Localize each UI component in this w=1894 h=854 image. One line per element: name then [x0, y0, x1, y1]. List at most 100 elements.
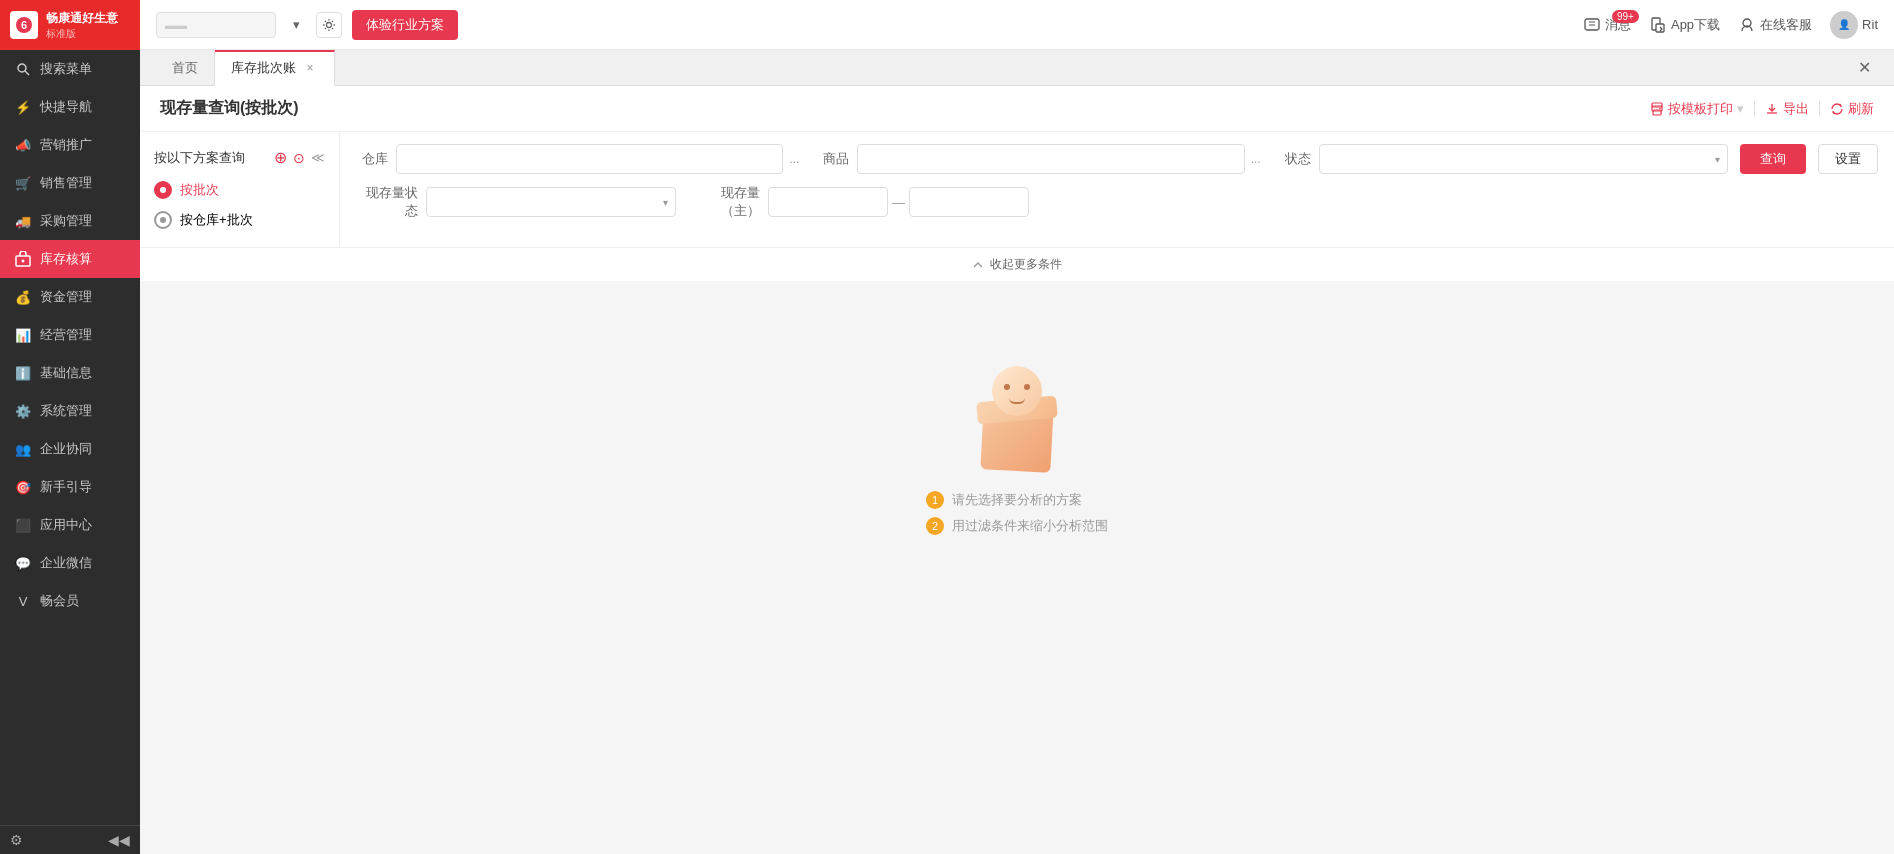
product-more-btn[interactable]: ...	[1245, 152, 1267, 166]
user-name: Rit	[1862, 17, 1878, 32]
online-service-label: 在线客服	[1760, 16, 1812, 34]
app-download-button[interactable]: App下载	[1649, 16, 1720, 34]
chart-icon: 📊	[14, 326, 32, 344]
nav-label-purchase: 采购管理	[40, 212, 92, 230]
guide-icon: 🎯	[14, 478, 32, 496]
tab-home[interactable]: 首页	[156, 50, 215, 86]
dropdown-button[interactable]: ▾	[286, 15, 306, 35]
sidebar-item-marketing[interactable]: 📣 营销推广	[0, 126, 140, 164]
user-profile[interactable]: 👤 Rit	[1830, 11, 1878, 39]
message-badge: 99+	[1612, 10, 1639, 23]
plan-warehouse-label: 按仓库+批次	[180, 211, 253, 229]
sidebar-item-sales[interactable]: 🛒 销售管理	[0, 164, 140, 202]
content: 首页 库存批次账 × ✕ 现存量查询(按批次) 按模板打印 ▾	[140, 50, 1894, 854]
collapse-more-bar[interactable]: 收起更多条件	[140, 247, 1894, 281]
status-label: 状态	[1279, 150, 1319, 168]
page-content: 现存量查询(按批次) 按模板打印 ▾ 导出 刷新	[140, 86, 1894, 854]
refresh-label: 刷新	[1848, 100, 1874, 118]
separator2	[1819, 101, 1820, 117]
empty-tips: 1 请先选择要分析的方案 2 用过滤条件来缩小分析范围	[926, 491, 1108, 535]
stock-status-select-wrapper: ▾	[426, 187, 676, 217]
filter-row-2: 现存量状态 ▾ 现存量（主）	[356, 184, 1878, 220]
product-input[interactable]	[857, 144, 1244, 174]
box-icon	[14, 250, 32, 268]
try-industry-button[interactable]: 体验行业方案	[352, 10, 458, 40]
query-button[interactable]: 查询	[1740, 144, 1806, 174]
sidebar: 6 畅康通好生意 标准版 搜索菜单 ⚡ 快捷导航 📣 营销推广 🛒 销售管理 🚚	[0, 0, 140, 854]
stock-status-filter: 现存量状态 ▾	[356, 184, 676, 220]
sidebar-item-apps[interactable]: ⬛ 应用中心	[0, 506, 140, 544]
warehouse-more-btn[interactable]: ...	[783, 152, 805, 166]
refresh-button[interactable]: 刷新	[1830, 100, 1874, 118]
plan-batch-label: 按批次	[180, 181, 219, 199]
sidebar-item-operations[interactable]: 📊 经营管理	[0, 316, 140, 354]
sidebar-item-quick[interactable]: ⚡ 快捷导航	[0, 88, 140, 126]
page-actions: 按模板打印 ▾ 导出 刷新	[1650, 100, 1874, 118]
nav-label-marketing: 营销推广	[40, 136, 92, 154]
company-name: 畅康通好生意	[46, 10, 118, 27]
topbar: ▬▬ ▾ 体验行业方案 消息 99+ App下载 在线客服	[140, 0, 1894, 50]
tab-inventory-batch[interactable]: 库存批次账 ×	[215, 50, 335, 86]
empty-state: 1 请先选择要分析的方案 2 用过滤条件来缩小分析范围	[140, 281, 1894, 615]
empty-tip-1: 1 请先选择要分析的方案	[926, 491, 1108, 509]
nav-label-finance: 资金管理	[40, 288, 92, 306]
megaphone-icon: 📣	[14, 136, 32, 154]
svg-point-5	[22, 260, 25, 263]
status-select[interactable]	[1319, 144, 1728, 174]
tab-inventory-label: 库存批次账	[231, 59, 296, 77]
sidebar-item-guide[interactable]: 🎯 新手引导	[0, 468, 140, 506]
sidebar-item-enterprise[interactable]: 👥 企业协同	[0, 430, 140, 468]
svg-point-2	[18, 64, 26, 72]
stock-qty-filter: 现存量（主） —	[688, 184, 1028, 220]
collapse-label: 收起更多条件	[990, 256, 1062, 273]
sidebar-item-basic[interactable]: ℹ️ 基础信息	[0, 354, 140, 392]
gear-icon: ⚙️	[14, 402, 32, 420]
plan-inactive-icon	[154, 211, 172, 229]
online-service-button[interactable]: 在线客服	[1738, 16, 1812, 34]
warehouse-input[interactable]	[396, 144, 783, 174]
filter-row-1: 仓库 ... 商品 ... 状态	[356, 144, 1878, 174]
collapse-sidebar-icon[interactable]: ◀◀	[108, 832, 130, 848]
sidebar-item-system[interactable]: ⚙️ 系统管理	[0, 392, 140, 430]
export-label: 导出	[1783, 100, 1809, 118]
status-select-wrapper: ▾	[1319, 144, 1728, 174]
tab-close-button[interactable]: ×	[302, 60, 318, 76]
settings-plan-icon[interactable]: ⊙	[293, 150, 305, 166]
stock-status-select[interactable]	[426, 187, 676, 217]
filter-plan-actions: ⊕ ⊙ ≪	[274, 148, 325, 167]
topbar-settings-button[interactable]	[316, 12, 342, 38]
plan-item-batch[interactable]: 按批次	[140, 175, 339, 205]
team-icon: 👥	[14, 440, 32, 458]
warehouse-label: 仓库	[356, 150, 396, 168]
settings-button[interactable]: 设置	[1818, 144, 1878, 174]
collapse-plan-icon[interactable]: ≪	[311, 150, 325, 165]
tip-text-1: 请先选择要分析的方案	[952, 491, 1082, 509]
sidebar-item-vip[interactable]: V 畅会员	[0, 582, 140, 620]
lightning-icon: ⚡	[14, 98, 32, 116]
empty-tip-2: 2 用过滤条件来缩小分析范围	[926, 517, 1108, 535]
product-label: 商品	[817, 150, 857, 168]
print-button[interactable]: 按模板打印 ▾	[1650, 100, 1744, 118]
box-face	[992, 366, 1042, 416]
sidebar-item-wechat[interactable]: 💬 企业微信	[0, 544, 140, 582]
stock-qty-from-input[interactable]	[768, 187, 888, 217]
stock-qty-to-input[interactable]	[909, 187, 1029, 217]
sidebar-item-finance[interactable]: 💰 资金管理	[0, 278, 140, 316]
mouth	[1009, 398, 1025, 404]
messages-button[interactable]: 消息 99+	[1583, 16, 1631, 34]
add-plan-icon[interactable]: ⊕	[274, 148, 287, 167]
nav-label-quick: 快捷导航	[40, 98, 92, 116]
print-dropdown-arrow[interactable]: ▾	[1737, 101, 1744, 116]
sidebar-item-inventory[interactable]: 库存核算	[0, 240, 140, 278]
print-label: 按模板打印	[1668, 100, 1733, 118]
filter-plan-title: 按以下方案查询	[154, 149, 245, 167]
plan-item-warehouse-batch[interactable]: 按仓库+批次	[140, 205, 339, 235]
avatar: 👤	[1830, 11, 1858, 39]
panel-close-button[interactable]: ✕	[1850, 54, 1878, 82]
topbar-search-box: ▬▬	[156, 12, 276, 38]
export-button[interactable]: 导出	[1765, 100, 1809, 118]
money-icon: 💰	[14, 288, 32, 306]
sidebar-item-purchase[interactable]: 🚚 采购管理	[0, 202, 140, 240]
sidebar-item-search[interactable]: 搜索菜单	[0, 50, 140, 88]
settings-footer-icon[interactable]: ⚙	[10, 832, 23, 848]
